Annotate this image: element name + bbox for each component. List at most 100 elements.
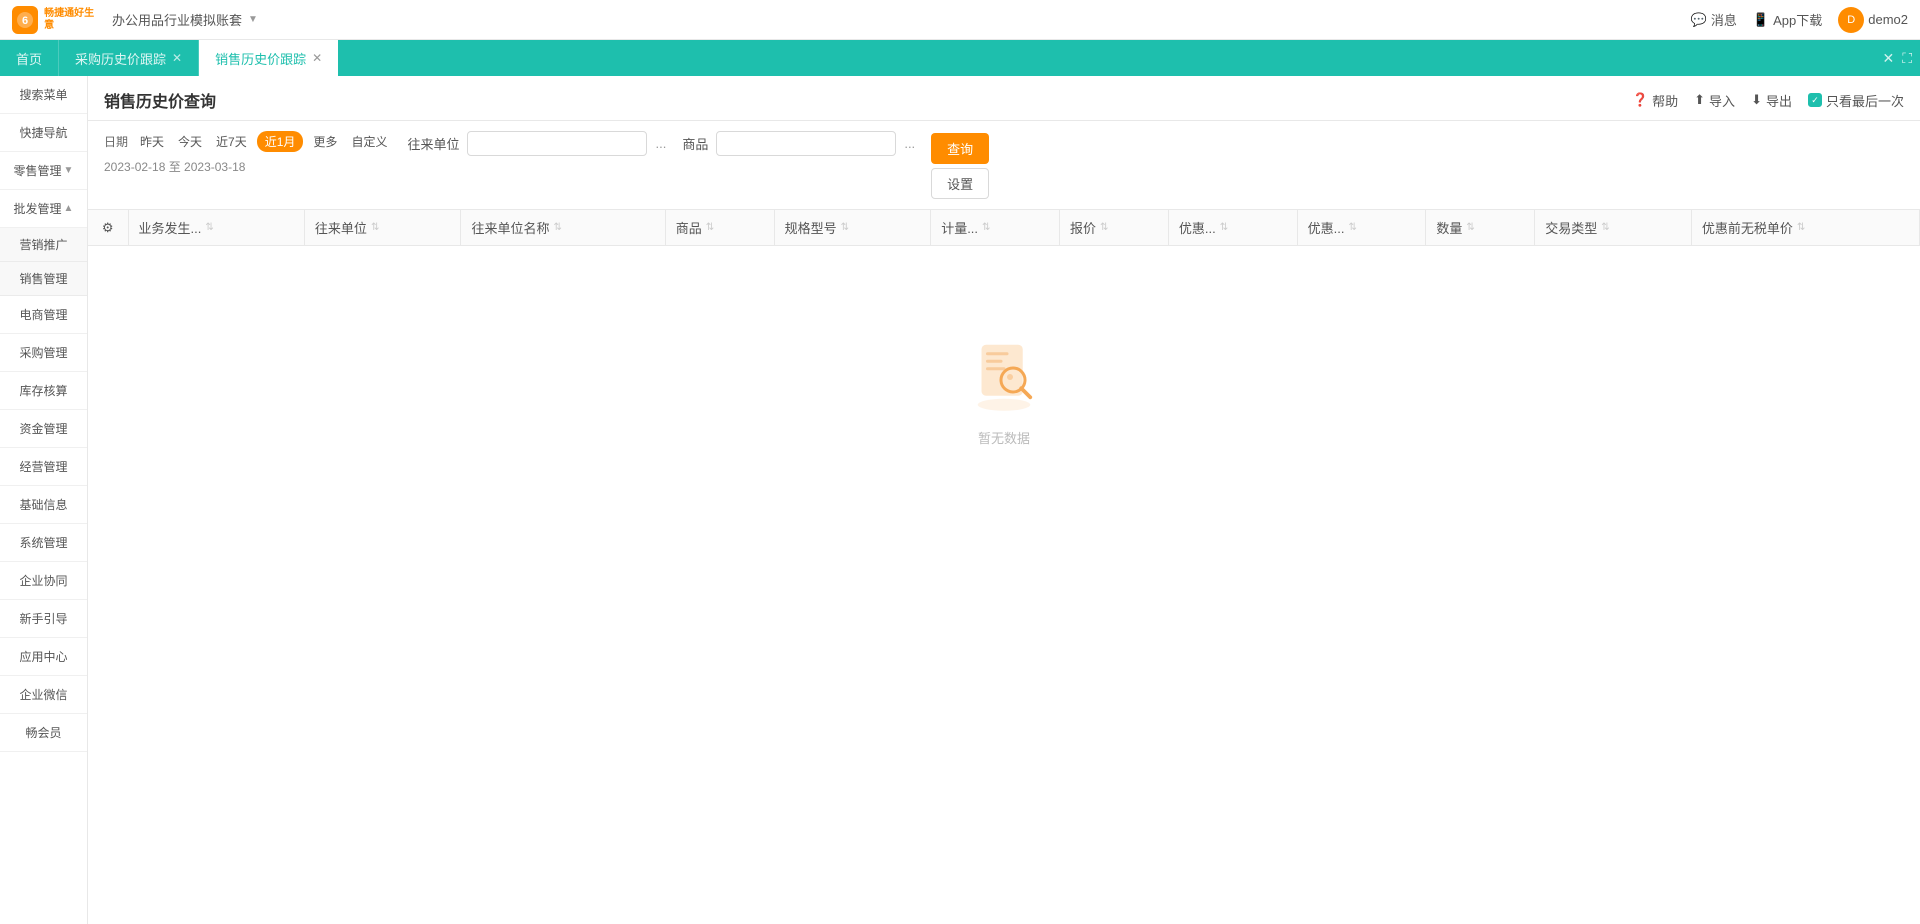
sidebar-item-operations[interactable]: 经营管理 [0,448,87,486]
sidebar-item-system-label: 系统管理 [19,536,67,550]
goods-picker-icon[interactable]: ... [904,136,915,151]
table-header-row: ⚙ 业务发生... ⇅ 往来单位 [88,210,1920,246]
col-goods[interactable]: 商品 ⇅ [665,210,774,246]
import-label: 导入 [1709,91,1735,110]
tab-fullscreen-icon[interactable]: ⛶ [1902,50,1912,67]
col-qty-sort-icon: ⇅ [1466,222,1474,233]
col-discount1[interactable]: 优惠... ⇅ [1168,210,1297,246]
sidebar-item-newbie[interactable]: 新手引导 [0,600,87,638]
sidebar-item-inventory-label: 库存核算 [19,384,67,398]
sidebar-item-retail[interactable]: 零售管理 ▼ [0,152,87,190]
shortcut-today[interactable]: 今天 [174,131,206,152]
shortcut-custom[interactable]: 自定义 [347,131,391,152]
col-partner-name-label: 往来单位名称 [471,218,549,237]
import-button[interactable]: ⬆ 导入 [1694,91,1735,110]
help-button[interactable]: ❓ 帮助 [1632,91,1678,110]
query-button[interactable]: 查询 [931,133,989,164]
sidebar-item-retail-label: 零售管理 [14,162,62,179]
col-settings[interactable]: ⚙ [88,210,128,246]
goods-input[interactable] [716,131,896,156]
sidebar-item-enterprise[interactable]: 企业协同 [0,562,87,600]
user-menu[interactable]: D demo2 [1838,7,1908,33]
page-title: 销售历史价查询 [104,88,216,112]
col-biz-date[interactable]: 业务发生... ⇅ [128,210,304,246]
col-pre-tax-price[interactable]: 优惠前无税单价 ⇅ [1691,210,1919,246]
col-partner-code[interactable]: 往来单位 ⇅ [304,210,461,246]
workspace-dropdown-icon: ▼ [248,14,258,25]
setting-button[interactable]: 设置 [931,168,989,199]
workspace-selector[interactable]: 办公用品行业模拟账套 ▼ [112,10,1679,29]
sidebar-item-quick-nav[interactable]: 快捷导航 [0,114,87,152]
empty-state: 暂无数据 [88,246,1920,527]
partner-picker-icon[interactable]: ... [655,136,666,151]
sidebar-item-app-center-label: 应用中心 [19,650,67,664]
filter-bar: 日期 昨天 今天 近7天 近1月 更多 自定义 2023-02-18 至 202… [88,121,1920,210]
shortcut-yesterday[interactable]: 昨天 [136,131,168,152]
sidebar-wholesale-chevron-up-icon: ▲ [64,203,74,214]
tab-close-all-icon[interactable]: ✕ [1882,50,1894,67]
workspace-label: 办公用品行业模拟账套 [112,10,242,29]
sidebar-item-app-center[interactable]: 应用中心 [0,638,87,676]
sidebar-item-ecommerce[interactable]: 电商管理 [0,296,87,334]
shortcut-last1m[interactable]: 近1月 [257,131,304,152]
col-partner-name[interactable]: 往来单位名称 ⇅ [461,210,665,246]
help-label: 帮助 [1652,91,1678,110]
table-area: ⚙ 业务发生... ⇅ 往来单位 [88,210,1920,924]
sidebar-item-sales-mgmt[interactable]: 销售管理 [0,262,87,296]
filter-actions: 查询 设置 [931,131,989,199]
col-qty[interactable]: 数量 ⇅ [1426,210,1535,246]
tab-purchase-history-label: 采购历史价跟踪 [75,49,166,68]
col-partner-code-sort-icon: ⇅ [371,222,379,233]
only-last-checkbox-group[interactable]: ✓ 只看最后一次 [1808,91,1904,110]
avatar: D [1838,7,1864,33]
date-shortcuts: 昨天 今天 近7天 近1月 更多 自定义 [136,131,391,152]
sidebar-item-purchase[interactable]: 采购管理 [0,334,87,372]
sidebar-item-finance[interactable]: 资金管理 [0,410,87,448]
sidebar-item-member-label: 畅会员 [25,726,61,740]
date-filter-label-row: 日期 昨天 今天 近7天 近1月 更多 自定义 [104,131,391,152]
col-spec[interactable]: 规格型号 ⇅ [774,210,931,246]
sidebar-item-inventory[interactable]: 库存核算 [0,372,87,410]
settings-icon: ⚙ [102,220,114,235]
col-spec-label: 规格型号 [785,218,837,237]
tab-sales-history-close-icon[interactable]: ✕ [312,51,322,65]
sidebar-item-finance-label: 资金管理 [19,422,67,436]
col-quote-sort-icon: ⇅ [1100,222,1108,233]
app-download-icon: 📱 [1753,12,1769,28]
sidebar-item-enterprise-label: 企业协同 [19,574,67,588]
only-last-checkbox[interactable]: ✓ [1808,93,1822,107]
help-icon: ❓ [1632,92,1648,108]
app-download-button[interactable]: 📱 App下载 [1753,10,1822,29]
sidebar-item-basic-info[interactable]: 基础信息 [0,486,87,524]
tab-sales-history[interactable]: 销售历史价跟踪 ✕ [199,40,338,76]
sidebar-item-wechat[interactable]: 企业微信 [0,676,87,714]
empty-icon [959,326,1049,416]
avatar-initial: D [1847,14,1855,26]
col-quote[interactable]: 报价 ⇅ [1059,210,1168,246]
shortcut-last7[interactable]: 近7天 [212,131,251,152]
only-last-label: 只看最后一次 [1826,91,1904,110]
sidebar-item-system[interactable]: 系统管理 [0,524,87,562]
col-trade-type[interactable]: 交易类型 ⇅ [1535,210,1692,246]
partner-input[interactable] [467,131,647,156]
export-button[interactable]: ⬇ 导出 [1751,91,1792,110]
tab-purchase-history-close-icon[interactable]: ✕ [172,51,182,65]
sidebar-item-member[interactable]: 畅会员 [0,714,87,752]
col-unit[interactable]: 计量... ⇅ [931,210,1060,246]
sidebar-item-sales-mgmt-label: 销售管理 [19,272,67,286]
sidebar-item-wholesale[interactable]: 批发管理 ▲ [0,190,87,228]
date-label: 日期 [104,133,128,150]
col-discount2[interactable]: 优惠... ⇅ [1297,210,1426,246]
export-icon: ⬇ [1751,92,1762,108]
sidebar-item-search[interactable]: 搜索菜单 [0,76,87,114]
tab-purchase-history[interactable]: 采购历史价跟踪 ✕ [59,40,199,76]
message-icon: 💬 [1691,12,1707,28]
sidebar-item-marketing-label: 营销推广 [19,238,67,252]
sidebar-item-marketing[interactable]: 营销推广 [0,228,87,262]
logo-text: 畅捷通好生意 [44,8,100,32]
shortcut-more[interactable]: 更多 [309,131,341,152]
message-button[interactable]: 💬 消息 [1691,10,1737,29]
tab-home[interactable]: 首页 [0,40,59,76]
col-discount1-sort-icon: ⇅ [1220,222,1228,233]
tab-home-label: 首页 [16,49,42,68]
